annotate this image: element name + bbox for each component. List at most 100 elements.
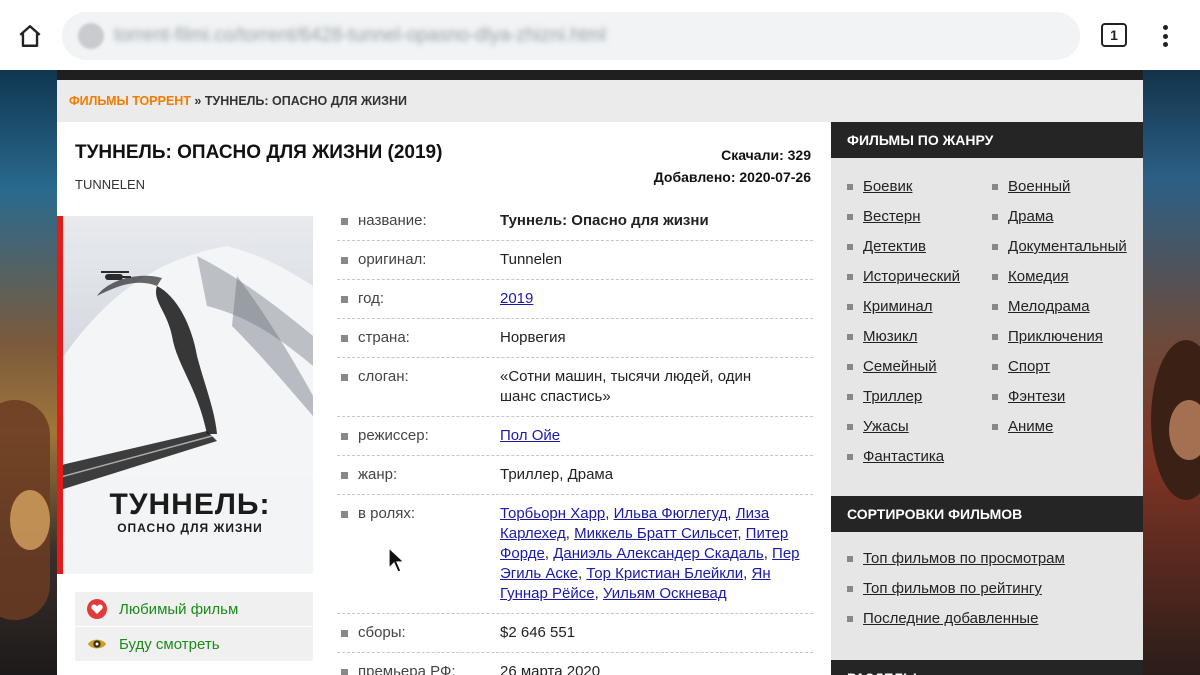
info-value-country: Норвегия (500, 329, 566, 346)
genre-link[interactable]: Триллер (847, 388, 922, 405)
info-value-premiere: 26 марта 2020 (500, 663, 601, 675)
genre-link[interactable]: Исторический (847, 268, 960, 285)
tab-switcher-button[interactable]: 1 (1101, 23, 1127, 47)
heart-icon (87, 599, 107, 619)
cast-separator: , (743, 565, 752, 582)
info-value-slogan: «Сотни машин, тысячи людей, один шанс сп… (500, 368, 752, 405)
genre-link[interactable]: Фэнтези (992, 388, 1065, 405)
breadcrumb: ФИЛЬМЫ ТОРРЕНТ » ТУННЕЛЬ: ОПАСНО ДЛЯ ЖИЗ… (69, 94, 407, 108)
info-row-country: страна: Норвегия (337, 319, 813, 358)
info-label: год: (358, 290, 385, 307)
genre-link[interactable]: Ужасы (847, 418, 909, 435)
movie-stats: Скачали: 329 Добавлено: 2020-07-26 (654, 144, 811, 188)
info-label: премьера РФ: (358, 663, 456, 675)
info-label: оригинал: (358, 251, 427, 268)
genre-link[interactable]: Криминал (847, 298, 933, 315)
movie-poster[interactable]: ТУННЕЛЬ: ОПАСНО ДЛЯ ЖИЗНИ (57, 216, 313, 574)
info-row-premiere: премьера РФ: 26 марта 2020 (337, 653, 813, 675)
favorite-label: Любимый фильм (119, 600, 239, 618)
year-link[interactable]: 2019 (500, 290, 533, 307)
poster-title: ТУННЕЛЬ: (109, 488, 271, 521)
director-link[interactable]: Пол Ойе (500, 427, 560, 444)
genre-link[interactable]: Детектив (847, 238, 926, 255)
sort-heading: СОРТИРОВКИ ФИЛЬМОВ (831, 496, 1143, 532)
mouse-cursor-icon (388, 547, 406, 573)
cast-separator: , (737, 525, 746, 542)
page-title: ТУННЕЛЬ: ОПАСНО ДЛЯ ЖИЗНИ (2019) (75, 142, 443, 163)
favorite-button[interactable]: Любимый фильм (75, 592, 313, 626)
genre-link[interactable]: Вестерн (847, 208, 921, 225)
page-content: ФИЛЬМЫ ТОРРЕНТ » ТУННЕЛЬ: ОПАСНО ДЛЯ ЖИЗ… (57, 70, 1143, 675)
info-value-original: Tunnelen (500, 251, 562, 268)
added-date: Добавлено: 2020-07-26 (653, 169, 811, 185)
cast-separator: , (727, 505, 736, 522)
info-row-slogan: слоган: «Сотни машин, тысячи людей, один … (337, 358, 813, 417)
genre-link[interactable]: Военный (992, 178, 1070, 195)
genre-link[interactable]: Комедия (992, 268, 1069, 285)
genres-heading: ФИЛЬМЫ ПО ЖАНРУ (831, 122, 1143, 158)
original-title: TUNNELEN (75, 177, 146, 192)
watch-later-button[interactable]: Буду смотреть (75, 627, 313, 661)
info-label: слоган: (358, 368, 409, 385)
genre-link[interactable]: Мюзикл (847, 328, 918, 345)
sections-heading: РАЗДЕЛЫ (831, 660, 1143, 675)
info-row-genre: жанр: Триллер, Драма (337, 456, 813, 495)
genre-link[interactable]: Приключения (992, 328, 1103, 345)
actor-link[interactable]: Тор Кристиан Блейкли (586, 565, 743, 582)
info-value-boxoffice: $2 646 551 (500, 624, 576, 641)
genre-link[interactable]: Семейный (847, 358, 937, 375)
cast-separator: , (565, 525, 575, 542)
watch-later-label: Буду смотреть (119, 635, 220, 653)
cast-separator: , (605, 505, 614, 522)
poster-accent-bar (57, 216, 63, 574)
eye-icon (87, 634, 107, 654)
info-label: жанр: (358, 466, 398, 483)
genre-link[interactable]: Боевик (847, 178, 912, 195)
info-label: сборы: (358, 624, 406, 641)
cast-list: Торбьорн Харр, Ильва Фюглегуд, Лиза Карл… (500, 504, 813, 604)
genre-link[interactable]: Спорт (992, 358, 1050, 375)
info-label: страна: (358, 329, 410, 346)
sort-link[interactable]: Топ фильмов по просмотрам (847, 550, 1065, 567)
sort-link[interactable]: Последние добавленные (847, 610, 1038, 627)
genre-link[interactable]: Мелодрама (992, 298, 1090, 315)
genre-link[interactable]: Драма (992, 208, 1054, 225)
info-label: в ролях: (358, 505, 416, 522)
sort-link[interactable]: Топ фильмов по рейтингу (847, 580, 1042, 597)
info-label: режиссер: (358, 427, 429, 444)
sidebar: ФИЛЬМЫ ПО ЖАНРУ Боевик Вестерн Детектив Ист… (831, 122, 1143, 675)
poster-subtitle: ОПАСНО ДЛЯ ЖИЗНИ (117, 521, 263, 535)
breadcrumb-root-link[interactable]: ФИЛЬМЫ ТОРРЕНТ (69, 94, 191, 108)
info-label: название: (358, 212, 427, 229)
actor-link[interactable]: Ильва Фюглегуд (614, 505, 728, 522)
breadcrumb-current: ТУННЕЛЬ: ОПАСНО ДЛЯ ЖИЗНИ (204, 94, 407, 108)
more-options-icon[interactable] (1155, 22, 1175, 50)
actor-link[interactable]: Торбьорн Харр (500, 505, 605, 522)
genre-link[interactable]: Аниме (992, 418, 1053, 435)
address-bar[interactable]: torrent-filmi.co/torrent/6428-tunnel-opa… (62, 12, 1080, 60)
info-row-name: название: Туннель: Опасно для жизни (337, 202, 813, 241)
site-header-strip (57, 70, 1143, 80)
background-art-right (1143, 70, 1200, 675)
info-row-original: оригинал: Tunnelen (337, 241, 813, 280)
breadcrumb-separator: » (190, 94, 205, 108)
actor-link[interactable]: Даниэль Александер Скадаль (553, 545, 764, 562)
info-row-year: год: 2019 (337, 280, 813, 319)
browser-toolbar: torrent-filmi.co/torrent/6428-tunnel-opa… (0, 0, 1200, 70)
info-value-name: Туннель: Опасно для жизни (500, 212, 709, 229)
genre-link[interactable]: Фантастика (847, 448, 944, 465)
genre-link[interactable]: Документальный (992, 238, 1127, 255)
home-icon[interactable] (14, 20, 46, 52)
actor-link[interactable]: Уильям Оскневад (603, 585, 727, 602)
actor-link[interactable]: Миккель Братт Сильсет (574, 525, 737, 542)
url-text[interactable]: torrent-filmi.co/torrent/6428-tunnel-opa… (114, 25, 606, 47)
info-row-director: режиссер: Пол Ойе (337, 417, 813, 456)
site-info-icon[interactable] (78, 23, 104, 49)
cast-separator: , (544, 545, 554, 562)
movie-panel: ТУННЕЛЬ: ОПАСНО ДЛЯ ЖИЗНИ (2019) TUNNELE… (57, 122, 831, 675)
cast-separator: , (594, 585, 603, 602)
downloads-count: Скачали: 329 (721, 147, 811, 163)
info-value-genre: Триллер, Драма (500, 466, 614, 483)
info-row-boxoffice: сборы: $2 646 551 (337, 614, 813, 653)
background-art-left (0, 70, 57, 675)
